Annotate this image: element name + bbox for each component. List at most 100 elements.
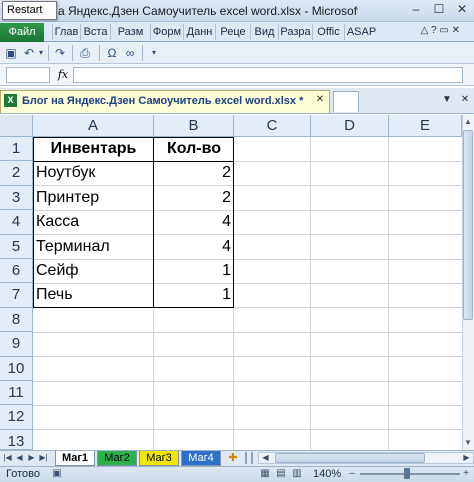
- row-header[interactable]: 11: [0, 381, 33, 406]
- cell-item-qty[interactable]: 4: [154, 235, 234, 259]
- horizontal-scroll-thumb[interactable]: [275, 453, 425, 463]
- status-ready: Готово: [6, 468, 40, 480]
- page-break-view-icon[interactable]: ▥: [290, 467, 304, 481]
- close-icon[interactable]: ✕: [458, 93, 472, 107]
- cell-item-name[interactable]: Касса: [33, 210, 154, 234]
- customize-toolbar-icon[interactable]: ▾: [146, 45, 162, 61]
- tab-splitter[interactable]: [245, 452, 253, 464]
- gridline: [33, 405, 462, 406]
- scroll-down-icon[interactable]: ▼: [462, 437, 474, 449]
- tab-home[interactable]: Глав: [52, 24, 80, 40]
- close-workbook-icon[interactable]: ✕: [313, 93, 327, 107]
- tab-review[interactable]: Реце: [215, 24, 250, 40]
- window-title: а Яндекс.Дзен Самоучитель excel word.xls…: [58, 4, 358, 18]
- table-border: [33, 137, 34, 308]
- link-icon[interactable]: ∞: [122, 45, 138, 61]
- column-header-a[interactable]: A: [33, 115, 154, 137]
- row-header[interactable]: 9: [0, 332, 33, 357]
- vertical-scroll-thumb[interactable]: [463, 130, 473, 320]
- tab-data[interactable]: Данн: [183, 24, 215, 40]
- sheet-tab-mag2[interactable]: Маг2: [97, 451, 137, 466]
- omega-symbol-icon[interactable]: Ω: [104, 45, 120, 61]
- table-border: [33, 161, 234, 162]
- formula-input[interactable]: [73, 67, 463, 83]
- row-header[interactable]: 7: [0, 283, 33, 308]
- sheet-tab-mag3[interactable]: Маг3: [139, 451, 179, 466]
- scroll-up-icon[interactable]: ▲: [462, 116, 474, 128]
- table-border: [233, 137, 234, 308]
- gridline: [388, 137, 389, 450]
- page-layout-view-icon[interactable]: ▤: [274, 467, 288, 481]
- cell-item-qty[interactable]: 4: [154, 210, 234, 234]
- print-preview-icon[interactable]: ⎙: [77, 45, 93, 61]
- zoom-in-icon[interactable]: +: [459, 467, 473, 481]
- scroll-right-icon[interactable]: ▶: [461, 451, 472, 465]
- row-header[interactable]: 5: [0, 234, 33, 259]
- next-sheet-icon[interactable]: ▶: [26, 451, 37, 465]
- maximize-button[interactable]: ☐: [428, 0, 450, 19]
- tab-page-layout[interactable]: Разм: [110, 24, 150, 40]
- tab-asap[interactable]: ASAP: [344, 24, 378, 40]
- cell-item-name[interactable]: Ноутбук: [33, 161, 154, 185]
- cell-item-name[interactable]: Терминал: [33, 235, 154, 259]
- select-all-corner[interactable]: [0, 115, 33, 137]
- sheet-tab-mag4[interactable]: Маг4: [181, 451, 221, 466]
- insert-sheet-icon[interactable]: ✚: [226, 451, 240, 465]
- cell-item-name[interactable]: Печь: [33, 283, 154, 307]
- column-header-d[interactable]: D: [311, 115, 389, 137]
- zoom-level[interactable]: 140%: [313, 467, 341, 481]
- first-sheet-icon[interactable]: |◀: [2, 451, 13, 465]
- tab-insert[interactable]: Вста: [80, 24, 110, 40]
- row-header[interactable]: 1: [0, 137, 33, 162]
- tab-developer[interactable]: Разра: [278, 24, 312, 40]
- undo-dropdown-icon[interactable]: ▾: [33, 45, 49, 61]
- gridline: [33, 380, 462, 382]
- prev-sheet-icon[interactable]: ◀: [14, 451, 25, 465]
- last-sheet-icon[interactable]: ▶|: [38, 451, 49, 465]
- macro-record-icon[interactable]: ▣: [50, 467, 64, 481]
- ribbon-controls[interactable]: △ ? ▭ ✕: [380, 25, 460, 39]
- cell-item-qty[interactable]: 2: [154, 186, 234, 210]
- column-header-c[interactable]: C: [234, 115, 311, 137]
- save-icon[interactable]: ▣: [3, 45, 19, 61]
- tab-office[interactable]: Offic: [312, 24, 344, 40]
- cell-a1[interactable]: Инвентарь: [33, 137, 154, 161]
- table-border: [153, 137, 154, 308]
- toolbar-separator: [48, 45, 49, 61]
- sheet-tab-mag1[interactable]: Маг1: [55, 451, 95, 466]
- tab-formulas[interactable]: Форм: [150, 24, 183, 40]
- zoom-slider-thumb[interactable]: [404, 468, 410, 479]
- column-header-b[interactable]: B: [154, 115, 234, 137]
- function-icon[interactable]: fx: [55, 67, 71, 83]
- cell-b1[interactable]: Кол-во: [154, 137, 234, 161]
- dropdown-icon[interactable]: ▼: [440, 93, 454, 107]
- row-header[interactable]: 12: [0, 405, 33, 430]
- tab-view[interactable]: Вид: [250, 24, 278, 40]
- toolbar-separator: [72, 45, 73, 61]
- cell-item-name[interactable]: Сейф: [33, 259, 154, 283]
- gridline: [33, 331, 462, 333]
- row-header[interactable]: 6: [0, 259, 33, 284]
- scroll-left-icon[interactable]: ◀: [260, 451, 271, 465]
- cell-item-qty[interactable]: 1: [154, 259, 234, 283]
- row-header[interactable]: 3: [0, 185, 33, 211]
- row-header[interactable]: 10: [0, 356, 33, 381]
- cell-item-qty[interactable]: 2: [154, 161, 234, 185]
- row-header[interactable]: 8: [0, 307, 33, 333]
- gridline: [33, 429, 462, 431]
- redo-icon[interactable]: ↷: [52, 45, 68, 61]
- row-header[interactable]: 4: [0, 210, 33, 235]
- tab-file[interactable]: Файл: [0, 23, 44, 42]
- cell-item-name[interactable]: Принтер: [33, 186, 154, 210]
- close-window-button[interactable]: ✕: [451, 0, 473, 19]
- zoom-slider[interactable]: [360, 473, 460, 475]
- minimize-button[interactable]: –: [405, 0, 427, 19]
- normal-view-icon[interactable]: ▦: [258, 467, 272, 481]
- column-header-e[interactable]: E: [389, 115, 462, 137]
- zoom-out-icon[interactable]: –: [345, 467, 359, 481]
- row-header[interactable]: 13: [0, 429, 33, 450]
- row-header[interactable]: 2: [0, 161, 33, 186]
- cell-item-qty[interactable]: 1: [154, 283, 234, 307]
- name-box[interactable]: [6, 67, 50, 83]
- new-tab-button[interactable]: [333, 91, 359, 112]
